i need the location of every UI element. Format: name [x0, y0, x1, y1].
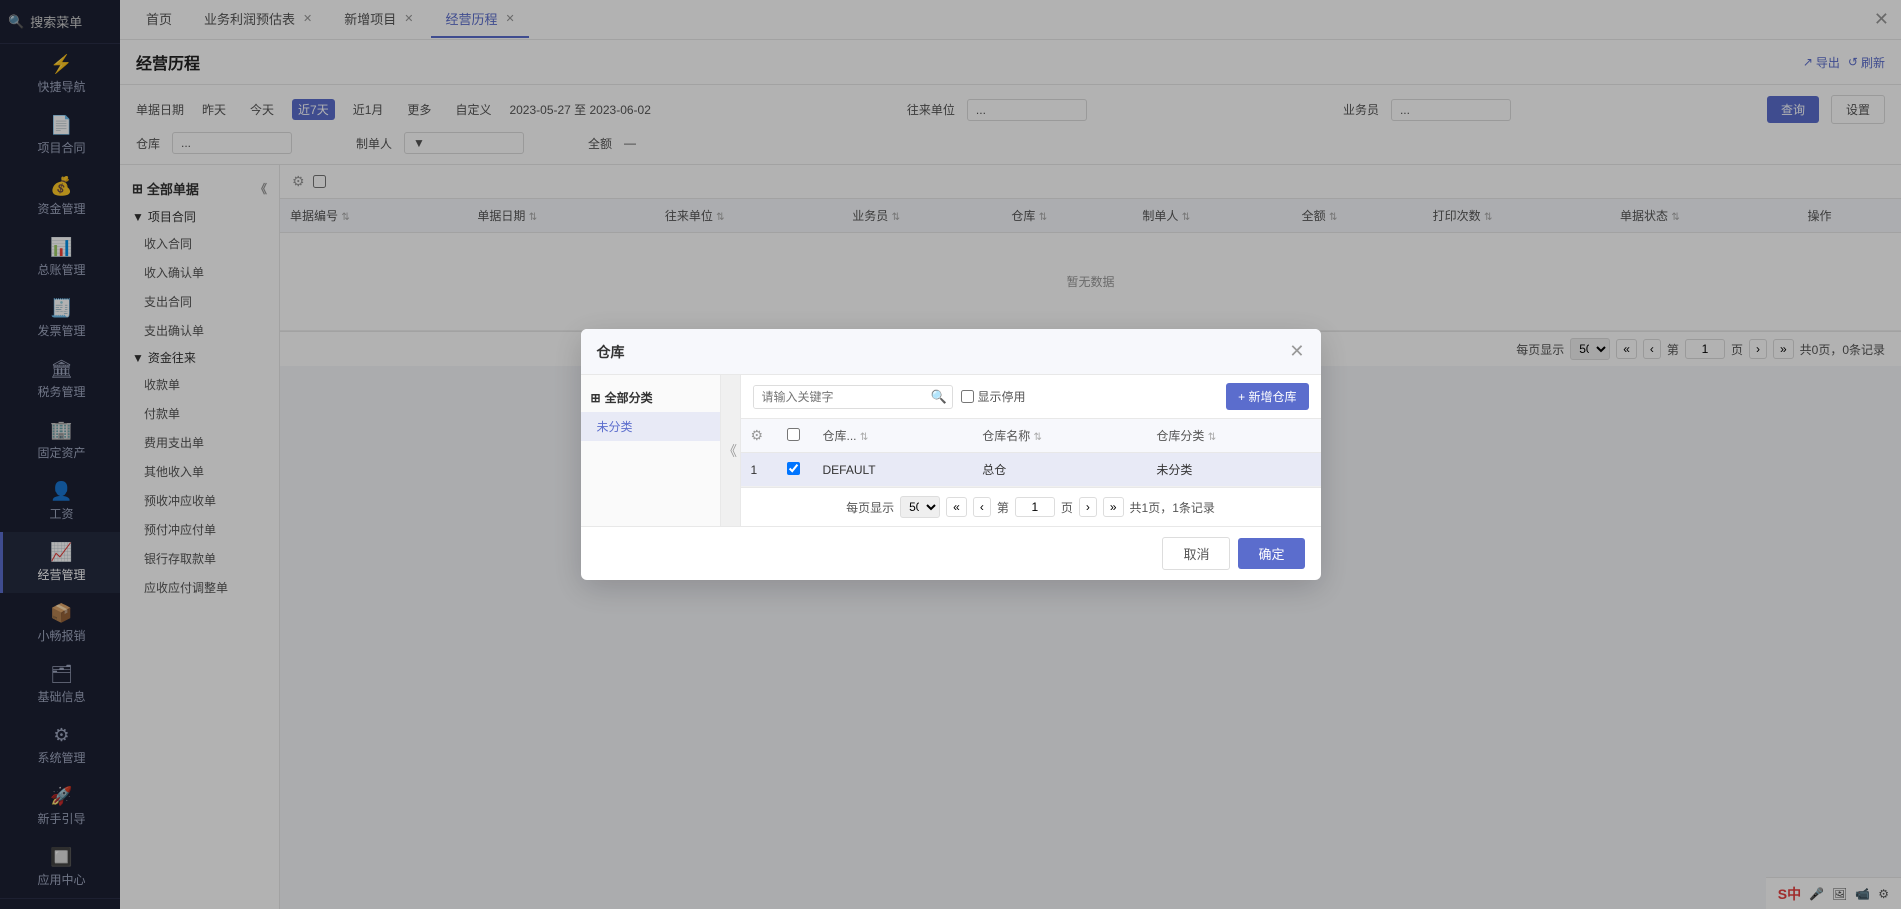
- col-warehouse-code: 仓库... ⇅: [813, 419, 973, 453]
- modal-title: 仓库: [597, 342, 625, 362]
- modal-table-wrap: ⚙ 仓库... ⇅ 仓库名称 ⇅: [741, 419, 1321, 487]
- col-warehouse-category: 仓库分类 ⇅: [1146, 419, 1320, 453]
- row-name: 总仓: [972, 453, 1146, 487]
- modal-prev-btn[interactable]: ‹: [973, 497, 991, 517]
- modal-toolbar: 🔍 显示停用 + 新增仓库: [741, 375, 1321, 419]
- modal-page-word: 第: [997, 499, 1009, 516]
- modal-all-category[interactable]: ⊞ 全部分类: [581, 383, 720, 412]
- modal-last-btn[interactable]: »: [1103, 497, 1124, 517]
- modal-total-label: 共1页，1条记录: [1130, 499, 1215, 516]
- col-warehouse-name: 仓库名称 ⇅: [972, 419, 1146, 453]
- modal-search-box[interactable]: 🔍: [753, 385, 953, 409]
- warehouse-modal: 仓库 ✕ ⊞ 全部分类 未分类 《: [581, 329, 1321, 580]
- modal-page-unit: 页: [1061, 499, 1073, 516]
- row-check[interactable]: [777, 453, 813, 487]
- collapse-cat-icon: 《: [723, 441, 737, 461]
- modal-select-all[interactable]: [787, 428, 800, 441]
- modal-page-input[interactable]: [1015, 497, 1055, 517]
- modal-pagination: 每页显示 50 100 « ‹ 第 页 › » 共1页，1条记录: [741, 487, 1321, 526]
- show-disabled-checkbox[interactable]: [961, 390, 974, 403]
- modal-next-btn[interactable]: ›: [1079, 497, 1097, 517]
- modal-cancel-button[interactable]: 取消: [1162, 537, 1230, 570]
- modal-overlay: 仓库 ✕ ⊞ 全部分类 未分类 《: [0, 0, 1901, 909]
- modal-search-input[interactable]: [754, 386, 925, 408]
- modal-cat-collapse-btn[interactable]: 《: [721, 375, 741, 526]
- modal-per-page-label: 每页显示: [846, 499, 894, 516]
- show-disabled-label[interactable]: 显示停用: [961, 388, 1026, 405]
- modal-gear-icon[interactable]: ⚙: [751, 427, 764, 443]
- col-check: [777, 419, 813, 453]
- modal-first-btn[interactable]: «: [946, 497, 967, 517]
- modal-table: ⚙ 仓库... ⇅ 仓库名称 ⇅: [741, 419, 1321, 487]
- modal-body: ⊞ 全部分类 未分类 《 🔍 显示停用: [581, 375, 1321, 526]
- row-num: 1: [741, 453, 777, 487]
- modal-header: 仓库 ✕: [581, 329, 1321, 375]
- modal-table-area: 🔍 显示停用 + 新增仓库 ⚙: [741, 375, 1321, 526]
- row-code: DEFAULT: [813, 453, 973, 487]
- modal-close-button[interactable]: ✕: [1289, 341, 1304, 362]
- col-gear: ⚙: [741, 419, 777, 453]
- add-warehouse-button[interactable]: + 新增仓库: [1226, 383, 1308, 410]
- table-row[interactable]: 1 DEFAULT 总仓 未分类: [741, 453, 1321, 487]
- modal-confirm-button[interactable]: 确定: [1238, 538, 1304, 569]
- modal-search-icon[interactable]: 🔍: [925, 389, 953, 405]
- modal-category-sidebar: ⊞ 全部分类 未分类: [581, 375, 721, 526]
- row-category: 未分类: [1146, 453, 1320, 487]
- modal-unclassified-category[interactable]: 未分类: [581, 412, 720, 441]
- grid-icon-2: ⊞: [591, 391, 601, 405]
- modal-table-header: ⚙ 仓库... ⇅ 仓库名称 ⇅: [741, 419, 1321, 453]
- modal-per-page-select[interactable]: 50 100: [900, 496, 940, 518]
- modal-footer: 取消 确定: [581, 526, 1321, 580]
